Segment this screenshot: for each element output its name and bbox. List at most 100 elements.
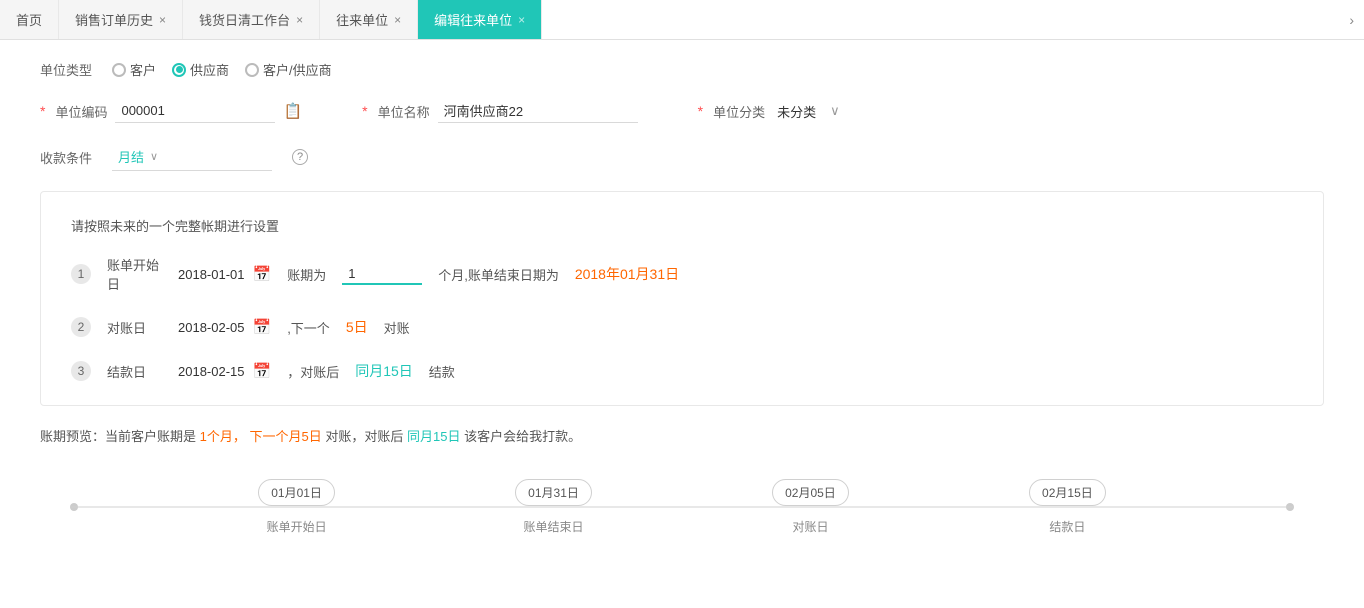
period-row-1-end-date: 2018年01月31日 (575, 264, 679, 284)
period-row-3-suffix: 结款 (429, 362, 455, 381)
timeline-node-1: 01月01日 账单开始日 (258, 479, 335, 535)
radio-customer[interactable]: 客户 (112, 60, 156, 79)
period-row-3-date-group: 2018-02-15 📅 (178, 362, 271, 380)
payment-terms-arrow-icon: ∨ (150, 150, 158, 163)
tab-home[interactable]: 首页 (0, 0, 59, 39)
tab-cash-ledger[interactable]: 钱货日清工作台 × (183, 0, 320, 39)
close-partners-icon[interactable]: × (394, 13, 401, 27)
unit-name-star: * (362, 103, 367, 119)
tab-edit-partner[interactable]: 编辑往来单位 × (418, 0, 542, 39)
tab-sales-history-label: 销售订单历史 (75, 10, 153, 29)
period-row-3: 3 结款日 2018-02-15 📅 ，对账后 同月15日 结款 (71, 361, 1293, 381)
radio-both-label: 客户/供应商 (263, 60, 332, 79)
page-content: 单位类型 客户 供应商 客户/供应商 * 单位编码 📋 * 单位名称 (0, 40, 1364, 608)
preview-text: 账期预览：当前客户账期是 1个月， 下一个月5日 对账，对账后 同月15日 该客… (40, 426, 1324, 445)
preview-part3: 同月15日 (407, 429, 460, 444)
radio-circle-supplier (172, 63, 186, 77)
period-row-1: 1 账单开始日 2018-01-01 📅 账期为 个月,账单结束日期为 2018… (71, 255, 1293, 293)
unit-category-label: 单位分类 (713, 102, 765, 121)
payment-terms-value: 月结 (118, 147, 144, 166)
period-row-3-cal-icon[interactable]: 📅 (253, 362, 272, 380)
tab-cash-ledger-label: 钱货日清工作台 (199, 10, 290, 29)
unit-name-group: * 单位名称 (362, 99, 637, 123)
period-months-input[interactable] (342, 264, 422, 285)
unit-name-input[interactable] (438, 99, 638, 123)
unit-name-label: 单位名称 (378, 102, 430, 121)
preview-end: 该客户会给我打款。 (464, 429, 581, 444)
unit-code-input[interactable] (115, 99, 275, 123)
unit-category-group: * 单位分类 未分类 ∨ (698, 102, 840, 121)
period-box: 请按照未来的一个完整帐期进行设置 1 账单开始日 2018-01-01 📅 账期… (40, 191, 1324, 406)
preview-part2: 下一个月5日 (250, 429, 322, 444)
unit-type-row: 单位类型 客户 供应商 客户/供应商 (40, 60, 1324, 79)
period-row-2-prefix: ,下一个 (287, 318, 330, 337)
close-cash-ledger-icon[interactable]: × (296, 13, 303, 27)
unit-code-copy-icon[interactable]: 📋 (283, 102, 302, 120)
timeline-pill-4: 02月15日 (1029, 479, 1106, 506)
radio-supplier[interactable]: 供应商 (172, 60, 229, 79)
payment-terms-row: 收款条件 月结 ∨ ? (40, 143, 1324, 171)
timeline: 01月01日 账单开始日 01月31日 账单结束日 02月05日 对账日 02月… (40, 469, 1324, 545)
period-row-1-prefix: 账期为 (287, 265, 326, 284)
period-row-2-cal-icon[interactable]: 📅 (253, 318, 272, 336)
radio-both[interactable]: 客户/供应商 (245, 60, 332, 79)
period-row-3-label: 结款日 (107, 362, 162, 381)
timeline-pill-1: 01月01日 (258, 479, 335, 506)
radio-customer-label: 客户 (130, 60, 156, 79)
unit-code-star: * (40, 103, 45, 119)
period-row-1-num: 1 (71, 264, 91, 284)
unit-category-dropdown-icon[interactable]: ∨ (830, 103, 840, 119)
period-row-2-num: 2 (71, 317, 91, 337)
period-row-1-label: 账单开始日 (107, 255, 162, 293)
unit-code-group: * 单位编码 📋 (40, 99, 302, 123)
period-row-2: 2 对账日 2018-02-05 📅 ,下一个 5日 对账 (71, 317, 1293, 337)
timeline-label-4: 结款日 (1049, 518, 1085, 535)
payment-terms-dropdown[interactable]: 月结 ∨ (112, 143, 272, 171)
period-row-3-num: 3 (71, 361, 91, 381)
timeline-node-3: 02月05日 对账日 (772, 479, 849, 535)
preview-label: 账期预览：当前客户账期是 (40, 429, 196, 444)
timeline-label-3: 对账日 (792, 518, 828, 535)
period-row-2-highlight: 5日 (346, 317, 368, 337)
unit-info-row: * 单位编码 📋 * 单位名称 * 单位分类 未分类 ∨ (40, 99, 1324, 123)
radio-circle-both (245, 63, 259, 77)
payment-terms-label: 收款条件 (40, 148, 92, 167)
unit-category-star: * (698, 103, 703, 119)
period-row-1-date: 2018-01-01 (178, 267, 245, 282)
radio-supplier-label: 供应商 (190, 60, 229, 79)
close-sales-history-icon[interactable]: × (159, 13, 166, 27)
tab-partners[interactable]: 往来单位 × (320, 0, 418, 39)
tab-more-button[interactable]: › (1339, 0, 1364, 39)
tab-edit-partner-label: 编辑往来单位 (434, 10, 512, 29)
help-icon[interactable]: ? (292, 149, 308, 165)
period-row-2-suffix: 对账 (384, 318, 410, 337)
timeline-node-2: 01月31日 账单结束日 (515, 479, 592, 535)
period-box-title: 请按照未来的一个完整帐期进行设置 (71, 216, 1293, 235)
radio-circle-customer (112, 63, 126, 77)
timeline-label-2: 账单结束日 (524, 518, 584, 535)
unit-type-label: 单位类型 (40, 60, 92, 79)
timeline-pill-3: 02月05日 (772, 479, 849, 506)
unit-category-value: 未分类 (777, 102, 816, 121)
tab-partners-label: 往来单位 (336, 10, 388, 29)
preview-section: 账期预览：当前客户账期是 1个月， 下一个月5日 对账，对账后 同月15日 该客… (40, 426, 1324, 565)
period-row-3-highlight: 同月15日 (355, 361, 413, 381)
timeline-pill-2: 01月31日 (515, 479, 592, 506)
close-edit-partner-icon[interactable]: × (518, 13, 525, 27)
period-row-2-label: 对账日 (107, 318, 162, 337)
unit-code-label: 单位编码 (55, 102, 107, 121)
timeline-line (70, 507, 1294, 508)
tab-sales-history[interactable]: 销售订单历史 × (59, 0, 183, 39)
period-row-3-prefix: ，对账后 (287, 362, 339, 381)
timeline-node-4: 02月15日 结款日 (1029, 479, 1106, 535)
chevron-right-icon: › (1349, 12, 1354, 28)
period-row-2-date: 2018-02-05 (178, 320, 245, 335)
period-row-1-date-group: 2018-01-01 📅 (178, 265, 271, 283)
tab-home-label: 首页 (16, 10, 42, 29)
period-row-3-date: 2018-02-15 (178, 364, 245, 379)
period-row-1-cal-icon[interactable]: 📅 (253, 265, 272, 283)
preview-part1: 1个月， (200, 429, 246, 444)
unit-type-radio-group: 客户 供应商 客户/供应商 (112, 60, 332, 79)
period-row-2-date-group: 2018-02-05 📅 (178, 318, 271, 336)
preview-middle: 对账，对账后 (325, 429, 403, 444)
